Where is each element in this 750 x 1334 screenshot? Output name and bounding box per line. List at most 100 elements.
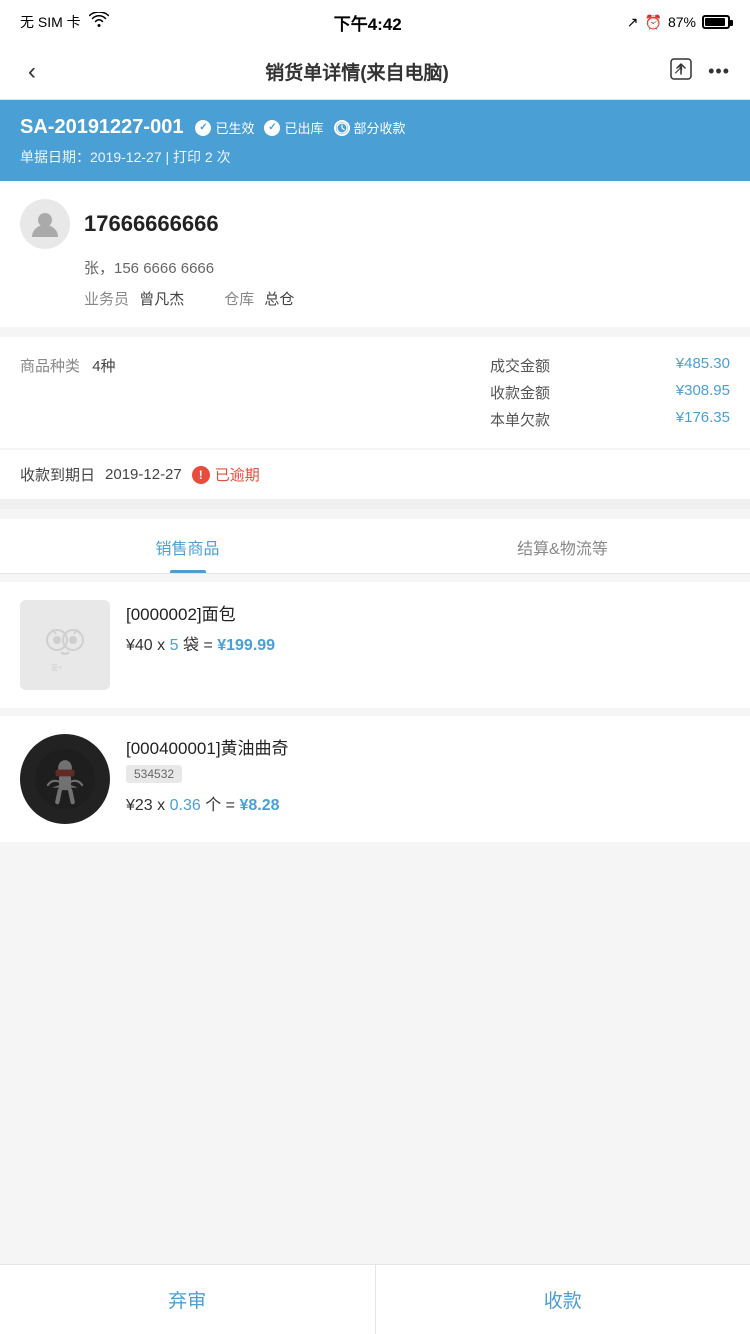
svg-text:↗: ↗ bbox=[673, 62, 684, 77]
order-date-row: 单据日期：2019-12-27 | 打印 2 次 bbox=[20, 147, 730, 167]
product-unit-2: 个 bbox=[205, 797, 221, 814]
cancel-review-button[interactable]: 弃审 bbox=[0, 1265, 376, 1334]
product-unit-1: 袋 bbox=[183, 637, 199, 654]
back-button[interactable]: ‹ bbox=[20, 50, 44, 94]
tabs-row: 销售商品 结算&物流等 bbox=[0, 519, 750, 574]
status-partial-label: 部分收款 bbox=[354, 118, 406, 137]
check-icon-1: ✓ bbox=[195, 120, 211, 136]
collect-payment-label: 收款 bbox=[544, 1286, 582, 1313]
salesperson-field: 业务员 曾凡杰 bbox=[84, 288, 184, 309]
warehouse-field: 仓库 总仓 bbox=[224, 288, 294, 309]
transaction-value: ¥485.30 bbox=[676, 355, 730, 376]
product-thumbnail-2 bbox=[20, 734, 110, 824]
warehouse-label: 仓库 bbox=[224, 291, 254, 308]
due-date-label: 收款到期日 bbox=[20, 464, 95, 485]
price-multiply-2: x bbox=[157, 797, 169, 814]
customer-meta: 业务员 曾凡杰 仓库 总仓 bbox=[84, 288, 730, 309]
order-print-count: 打印 2 次 bbox=[173, 149, 231, 165]
tab-settle-logistics[interactable]: 结算&物流等 bbox=[375, 519, 750, 573]
more-icon[interactable]: ••• bbox=[708, 61, 730, 82]
product-thumbnail-1: 营+ bbox=[20, 600, 110, 690]
status-badge-partial: 部分收款 bbox=[334, 118, 406, 137]
transaction-label: 成交金额 bbox=[490, 355, 550, 376]
received-row: 收款金额 ¥308.95 bbox=[490, 382, 730, 403]
share-icon[interactable]: ↗ bbox=[670, 58, 692, 86]
order-id: SA-20191227-001 bbox=[20, 116, 183, 139]
page-title: 销货单详情(来自电脑) bbox=[265, 58, 449, 85]
battery-icon bbox=[702, 15, 730, 29]
status-bar: 无 SIM 卡 下午4:42 ↗ ⏰ 87% bbox=[0, 0, 750, 44]
status-time: 下午4:42 bbox=[334, 10, 402, 35]
status-left: 无 SIM 卡 bbox=[20, 12, 109, 33]
product-types-count: 4种 bbox=[92, 358, 115, 375]
order-id-row: SA-20191227-001 ✓ 已生效 ✓ 已出库 部分收款 bbox=[20, 116, 730, 139]
alarm-icon: ⏰ bbox=[645, 14, 662, 31]
list-item: [000400001]黄油曲奇 534532 ¥23 x 0.36 个 = ¥8… bbox=[0, 716, 750, 842]
due-date-section: 收款到期日 2019-12-27 ! 已逾期 bbox=[0, 450, 750, 499]
status-badge-active: ✓ 已生效 bbox=[195, 118, 254, 137]
product-sku-badge-2: 534532 bbox=[126, 765, 182, 783]
wifi-icon bbox=[89, 12, 109, 33]
nav-actions: ↗ ••• bbox=[670, 58, 730, 86]
product-name-2: [000400001]黄油曲奇 bbox=[126, 734, 730, 759]
location-icon: ↗ bbox=[627, 14, 639, 31]
customer-row: 17666666666 bbox=[20, 199, 730, 249]
stats-right: 成交金额 ¥485.30 收款金额 ¥308.95 本单欠款 ¥176.35 bbox=[490, 355, 730, 430]
received-label: 收款金额 bbox=[490, 382, 550, 403]
order-header: SA-20191227-001 ✓ 已生效 ✓ 已出库 部分收款 bbox=[0, 100, 750, 181]
salesperson-value: 曾凡杰 bbox=[139, 291, 184, 308]
svg-text:营+: 营+ bbox=[51, 663, 62, 672]
sim-status: 无 SIM 卡 bbox=[20, 12, 81, 32]
order-separator: | bbox=[166, 149, 174, 165]
owed-row: 本单欠款 ¥176.35 bbox=[490, 409, 730, 430]
tabs-section: 销售商品 结算&物流等 bbox=[0, 519, 750, 574]
transaction-row: 成交金额 ¥485.30 bbox=[490, 355, 730, 376]
check-icon-2: ✓ bbox=[264, 120, 280, 136]
price-equals-2: = bbox=[226, 797, 240, 814]
customer-sub: 张，156 6666 6666 bbox=[84, 257, 730, 278]
status-active-label: 已生效 bbox=[215, 118, 254, 137]
tab-settle-label: 结算&物流等 bbox=[517, 541, 608, 558]
product-price-row-2: ¥23 x 0.36 个 = ¥8.28 bbox=[126, 791, 730, 815]
product-info-2: [000400001]黄油曲奇 534532 ¥23 x 0.36 个 = ¥8… bbox=[126, 734, 730, 815]
price-equals-1: = bbox=[203, 637, 217, 654]
salesperson-label: 业务员 bbox=[84, 291, 129, 308]
stats-section: 商品种类 4种 成交金额 ¥485.30 收款金额 ¥308.95 本单欠款 ¥… bbox=[0, 337, 750, 448]
list-item: 营+ [0000002]面包 ¥40 x 5 袋 = ¥199.99 bbox=[0, 582, 750, 708]
product-total-1: ¥199.99 bbox=[217, 637, 275, 654]
received-value: ¥308.95 bbox=[676, 382, 730, 403]
overdue-icon: ! bbox=[192, 466, 210, 484]
warehouse-value: 总仓 bbox=[264, 291, 294, 308]
status-badge-shipped: ✓ 已出库 bbox=[264, 118, 323, 137]
nav-bar: ‹ 销货单详情(来自电脑) ↗ ••• bbox=[0, 44, 750, 100]
order-date: 单据日期：2019-12-27 bbox=[20, 149, 162, 165]
bottom-spacer bbox=[0, 850, 750, 930]
owed-value: ¥176.35 bbox=[676, 409, 730, 430]
product-price-row-1: ¥40 x 5 袋 = ¥199.99 bbox=[126, 631, 730, 655]
products-list: 营+ [0000002]面包 ¥40 x 5 袋 = ¥199.99 bbox=[0, 582, 750, 842]
product-qty-1: 5 bbox=[170, 637, 179, 654]
product-info-1: [0000002]面包 ¥40 x 5 袋 = ¥199.99 bbox=[126, 600, 730, 655]
clock-icon bbox=[334, 120, 350, 136]
product-price-1: ¥40 bbox=[126, 637, 153, 654]
section-divider bbox=[0, 499, 750, 509]
price-multiply-1: x bbox=[157, 637, 169, 654]
overdue-badge: ! 已逾期 bbox=[192, 464, 260, 485]
product-price-2: ¥23 bbox=[126, 797, 153, 814]
owed-label: 本单欠款 bbox=[490, 409, 550, 430]
tab-sales-products[interactable]: 销售商品 bbox=[0, 519, 375, 573]
overdue-text: 已逾期 bbox=[215, 464, 260, 485]
product-name-1: [0000002]面包 bbox=[126, 600, 730, 625]
customer-avatar bbox=[20, 199, 70, 249]
tab-sales-label: 销售商品 bbox=[155, 541, 219, 558]
product-types-label: 商品种类 bbox=[20, 358, 80, 375]
customer-name: 17666666666 bbox=[84, 211, 219, 237]
product-total-2: ¥8.28 bbox=[239, 797, 279, 814]
product-qty-2: 0.36 bbox=[170, 797, 201, 814]
cancel-review-label: 弃审 bbox=[168, 1286, 206, 1313]
status-shipped-label: 已出库 bbox=[284, 118, 323, 137]
status-badges: ✓ 已生效 ✓ 已出库 部分收款 bbox=[195, 118, 405, 137]
stats-left: 商品种类 4种 bbox=[20, 355, 116, 376]
collect-payment-button[interactable]: 收款 bbox=[376, 1265, 750, 1334]
battery-percent: 87% bbox=[668, 14, 696, 30]
